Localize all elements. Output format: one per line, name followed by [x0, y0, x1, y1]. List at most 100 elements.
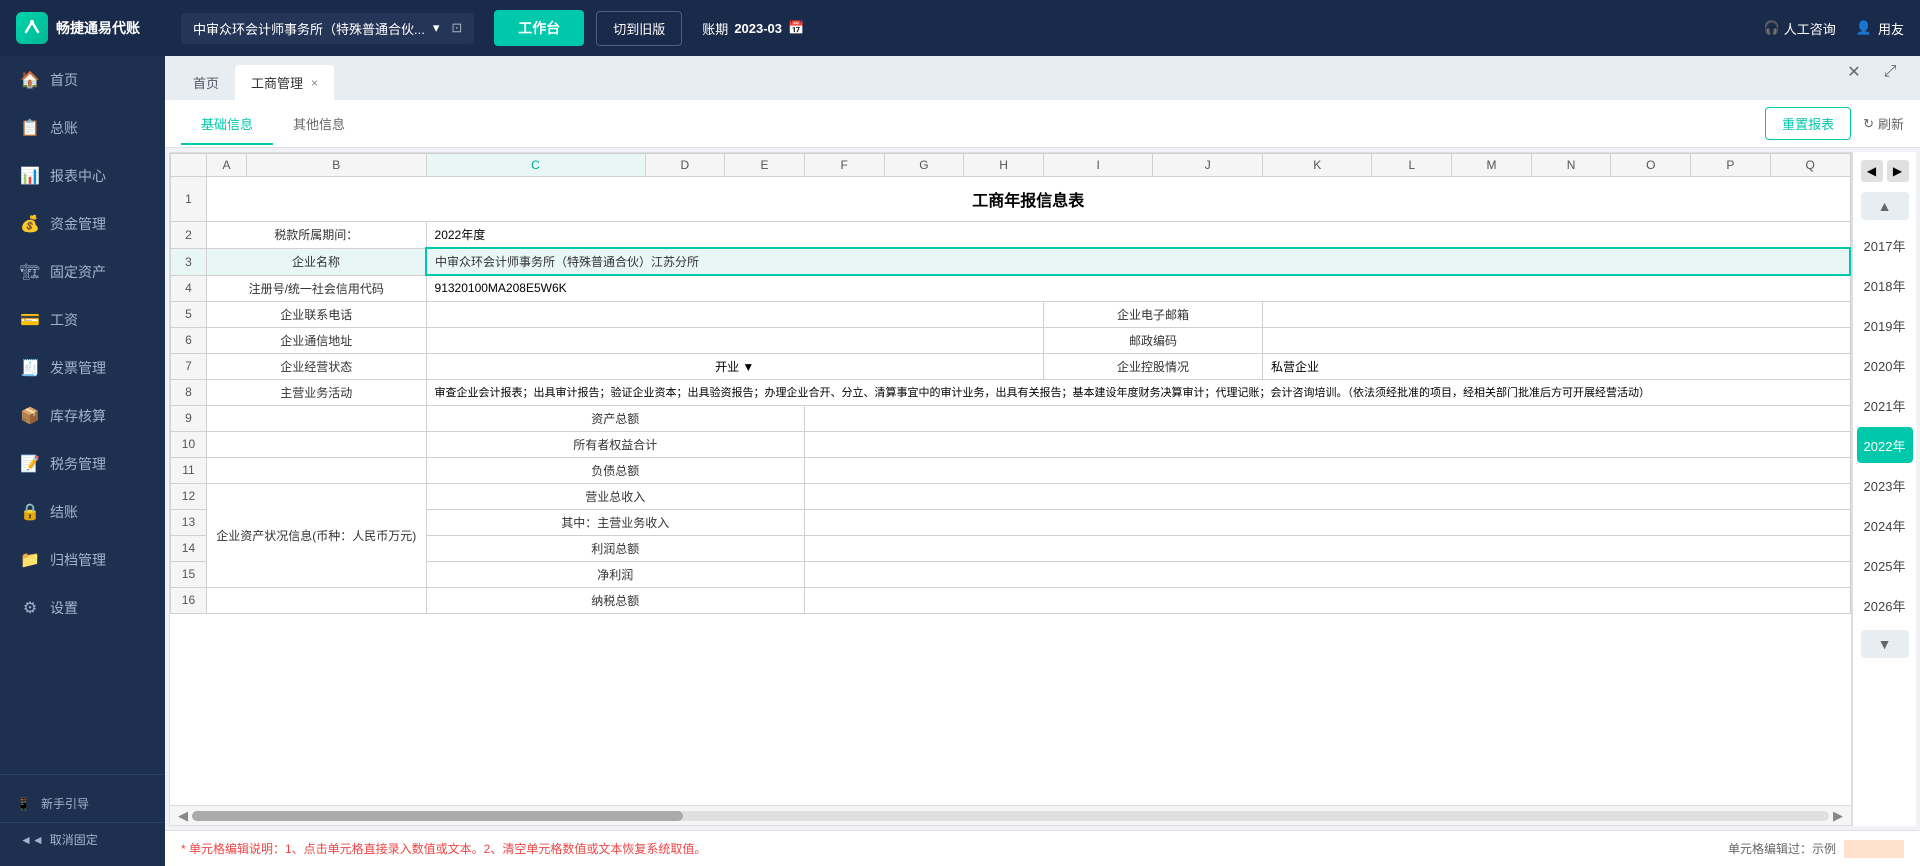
row-num-7: 7	[171, 353, 207, 379]
sub-tab-basic[interactable]: 基础信息	[181, 104, 273, 145]
sidebar-item-guide[interactable]: 📱 新手引导	[0, 785, 165, 822]
tax-value-cell[interactable]	[804, 587, 1850, 613]
sidebar-label-tax: 税务管理	[50, 454, 106, 474]
spreadsheet-area: A B C D E F G H I J K L	[169, 152, 1916, 826]
row-num-10: 10	[171, 431, 207, 457]
year-item-2021[interactable]: 2021年	[1857, 387, 1913, 423]
status-bar: * 单元格编辑说明：1、点击单元格直接录入数值或文本。2、清空单元格数值或文本恢…	[165, 830, 1920, 866]
calendar-icon[interactable]: 📅	[788, 20, 804, 36]
sidebar-label-close: 结账	[50, 502, 78, 522]
sidebar-label-archive: 归档管理	[50, 550, 106, 570]
sidebar-item-fund[interactable]: 💰 资金管理	[0, 200, 165, 248]
scroll-right-btn[interactable]: ▶	[1829, 808, 1847, 824]
spreadsheet-title-cell[interactable]: 工商年报信息表	[206, 177, 1850, 222]
sidebar-item-home[interactable]: 🏠 首页	[0, 56, 165, 104]
revenue-value-cell[interactable]	[804, 483, 1850, 509]
sidebar-item-tax[interactable]: 📝 税务管理	[0, 440, 165, 488]
year-item-2020[interactable]: 2020年	[1857, 347, 1913, 383]
main-layout: 🏠 首页 📋 总账 📊 报表中心 💰 资金管理 🏗 固定资产 💳 工资	[0, 56, 1920, 866]
sidebar-item-asset[interactable]: 🏗 固定资产	[0, 248, 165, 296]
company-selector[interactable]: 中审众环会计师事务所（特殊普通合伙... ▾ ⊡	[181, 13, 474, 44]
col-header-i: I	[1043, 154, 1153, 177]
year-item-2018[interactable]: 2018年	[1857, 267, 1913, 303]
chevron-down-icon: ▾	[433, 20, 440, 36]
sub-tab-other[interactable]: 其他信息	[273, 104, 365, 145]
tab-commerce[interactable]: 工商管理 ×	[235, 65, 334, 100]
row-num-14: 14	[171, 535, 207, 561]
table-row: 11 负债总额	[171, 457, 1851, 483]
old-version-button[interactable]: 切到旧版	[596, 11, 682, 46]
year-up-button[interactable]: ▲	[1861, 192, 1909, 220]
horizontal-scrollbar[interactable]: ◀ ▶	[170, 805, 1851, 825]
refresh-button[interactable]: ↻ 刷新	[1863, 114, 1904, 133]
main-revenue-value-cell[interactable]	[804, 509, 1850, 535]
year-item-2026[interactable]: 2026年	[1857, 587, 1913, 623]
table-row: 12 企业资产状况信息(币种：人民币万元) 营业总收入	[171, 483, 1851, 509]
scroll-track[interactable]	[192, 811, 1829, 821]
year-item-2022[interactable]: 2022年	[1857, 427, 1913, 463]
address-value-cell[interactable]	[426, 327, 1043, 353]
tab-home[interactable]: 首页	[181, 65, 231, 100]
sidebar-item-close[interactable]: 🔒 结账	[0, 488, 165, 536]
year-panel-left-icon[interactable]: ◀	[1861, 160, 1883, 182]
period-value-cell[interactable]: 2022年度	[426, 222, 1850, 249]
tab-home-label: 首页	[193, 76, 219, 91]
year-item-2024[interactable]: 2024年	[1857, 507, 1913, 543]
net-profit-value-cell[interactable]	[804, 561, 1850, 587]
pin-area[interactable]: ◄◄ 取消固定	[0, 822, 165, 856]
tab-close-button[interactable]: ×	[311, 76, 318, 90]
workbench-button[interactable]: 工作台	[494, 10, 584, 46]
spreadsheet-container[interactable]: A B C D E F G H I J K L	[170, 153, 1851, 805]
inventory-icon: 📦	[20, 406, 40, 426]
sidebar-item-ledger[interactable]: 📋 总账	[0, 104, 165, 152]
sidebar-label-asset: 固定资产	[50, 262, 106, 282]
user-area[interactable]: 👤 用友	[1856, 19, 1904, 38]
year-down-button[interactable]: ▼	[1861, 630, 1909, 658]
row-num-9: 9	[171, 405, 207, 431]
company-name-value-cell[interactable]: 中审众环会计师事务所（特殊普通合伙）江苏分所	[426, 248, 1850, 275]
year-item-2017[interactable]: 2017年	[1857, 227, 1913, 263]
sidebar-item-payroll[interactable]: 💳 工资	[0, 296, 165, 344]
reset-report-button[interactable]: 重置报表	[1765, 107, 1851, 140]
business-value-cell[interactable]: 审查企业会计报表；出具审计报告；验证企业资本；出具验资报告；办理企业合开、分立、…	[426, 379, 1850, 405]
sidebar-item-inventory[interactable]: 📦 库存核算	[0, 392, 165, 440]
spreadsheet-wrapper: A B C D E F G H I J K L	[169, 152, 1852, 826]
year-item-2019[interactable]: 2019年	[1857, 307, 1913, 343]
year-item-2023[interactable]: 2023年	[1857, 467, 1913, 503]
sidebar-label-home: 首页	[50, 70, 78, 90]
guide-icon: 📱	[16, 797, 31, 811]
row-num-2: 2	[171, 222, 207, 249]
row-num-15: 15	[171, 561, 207, 587]
assets-label-cell: 资产总额	[426, 405, 804, 431]
status-right: 单元格编辑过：示例	[1728, 840, 1904, 858]
period-area: 账期 2023-03 📅	[702, 19, 804, 38]
email-value-cell[interactable]	[1263, 301, 1850, 327]
sidebar-item-archive[interactable]: 📁 归档管理	[0, 536, 165, 584]
year-item-2025[interactable]: 2025年	[1857, 547, 1913, 583]
payroll-icon: 💳	[20, 310, 40, 330]
table-row: 3 企业名称 中审众环会计师事务所（特殊普通合伙）江苏分所	[171, 248, 1851, 275]
assets-value-cell[interactable]	[804, 405, 1850, 431]
reg-value-cell[interactable]: 91320100MA208E5W6K	[426, 275, 1850, 301]
window-close-button[interactable]: ✕	[1840, 58, 1868, 86]
row9-a-cell	[206, 405, 426, 431]
sidebar-item-invoice[interactable]: 🧾 发票管理	[0, 344, 165, 392]
status-value-cell[interactable]: 开业 ▼	[426, 353, 1043, 379]
holding-value-cell[interactable]: 私营企业	[1263, 353, 1850, 379]
sidebar-item-settings[interactable]: ⚙ 设置	[0, 584, 165, 632]
year-panel-right-icon[interactable]: ▶	[1887, 160, 1909, 182]
profit-value-cell[interactable]	[804, 535, 1850, 561]
consult-button[interactable]: 🎧 人工咨询	[1764, 19, 1836, 38]
table-row: 2 税款所属期间： 2022年度	[171, 222, 1851, 249]
window-expand-button[interactable]: ⤢	[1876, 58, 1904, 86]
phone-value-cell[interactable]	[426, 301, 1043, 327]
invoice-icon: 🧾	[20, 358, 40, 378]
sidebar-item-report[interactable]: 📊 报表中心	[0, 152, 165, 200]
scroll-thumb[interactable]	[192, 811, 683, 821]
status-tip: * 单元格编辑说明：1、点击单元格直接录入数值或文本。2、清空单元格数值或文本恢…	[181, 840, 706, 857]
scroll-left-btn[interactable]: ◀	[174, 808, 192, 824]
combined-toolbar: 基础信息 其他信息 重置报表 ↻ 刷新	[165, 100, 1920, 148]
postcode-value-cell[interactable]	[1263, 327, 1850, 353]
liabilities-value-cell[interactable]	[804, 457, 1850, 483]
equity-value-cell[interactable]	[804, 431, 1850, 457]
